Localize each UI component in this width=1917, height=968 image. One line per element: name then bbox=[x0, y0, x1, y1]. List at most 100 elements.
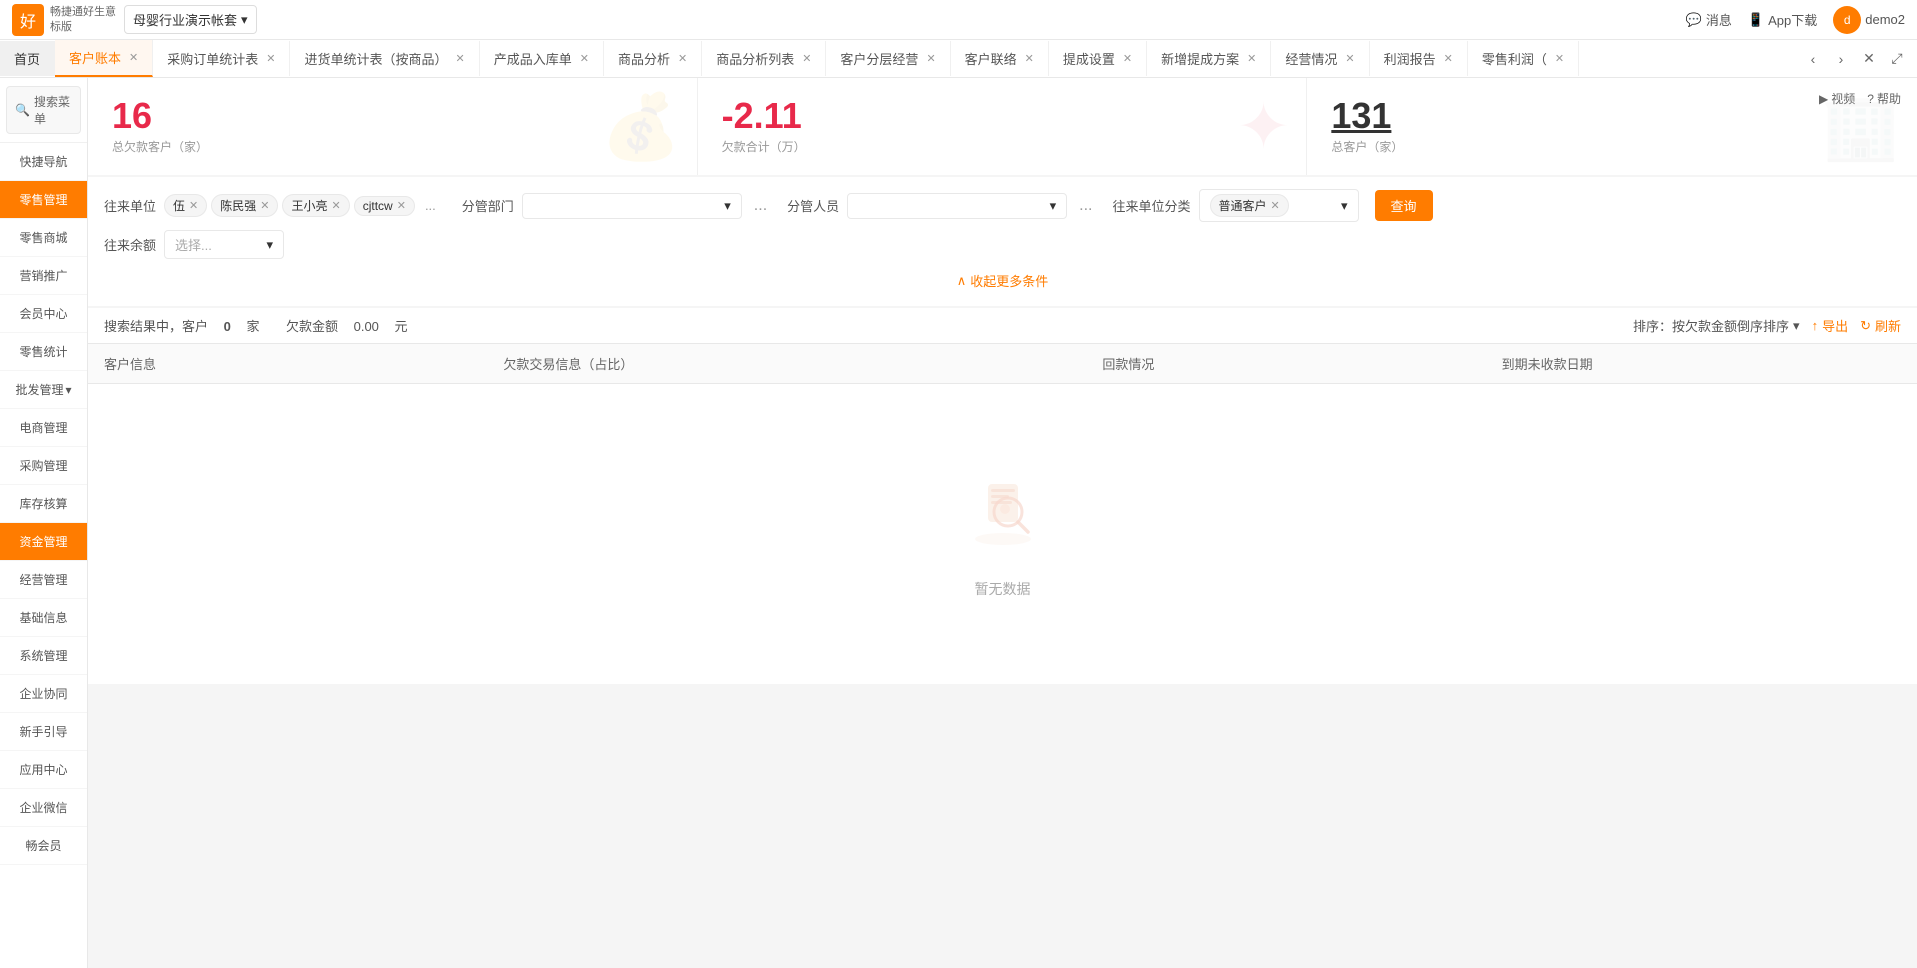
nav-tab-controls: ‹ › ✕ ⤢ bbox=[1793, 47, 1917, 71]
help-btn[interactable]: ? 帮助 bbox=[1867, 90, 1901, 107]
collapse-btn[interactable]: ∧ 收起更多条件 bbox=[949, 267, 1057, 294]
main-layout: 🔍 搜索菜单 快捷导航 零售管理 零售商城 营销推广 会员中心 零售统计 批发管… bbox=[0, 78, 1917, 968]
sidebar-item-new-guide[interactable]: 新手引导 bbox=[0, 713, 87, 751]
stat-label-customers: 总欠款客户（家） bbox=[112, 138, 673, 155]
remove-unit-tag-3[interactable]: ✕ bbox=[332, 199, 341, 212]
dept-filter-label: 分管部门 bbox=[462, 196, 514, 215]
chevron-down-icon: ▾ bbox=[65, 383, 71, 397]
person-filter-select[interactable]: ▾ bbox=[847, 193, 1067, 219]
refresh-icon: ↻ bbox=[1860, 318, 1871, 334]
unit-filter-more[interactable]: ... bbox=[419, 196, 442, 215]
tab-product-analysis[interactable]: 商品分析 ✕ bbox=[604, 41, 702, 76]
avatar: d bbox=[1833, 6, 1861, 34]
search-menu-btn[interactable]: 🔍 搜索菜单 bbox=[6, 86, 81, 134]
sidebar-item-ecommerce[interactable]: 电商管理 bbox=[0, 409, 87, 447]
close-tab-mention-settings[interactable]: ✕ bbox=[1123, 52, 1132, 65]
message-btn[interactable]: 💬 消息 bbox=[1686, 10, 1732, 29]
download-icon: 📱 bbox=[1748, 12, 1764, 28]
remove-unit-tag-2[interactable]: ✕ bbox=[260, 199, 269, 212]
close-tab-customer-balance[interactable]: ✕ bbox=[129, 51, 138, 64]
tab-new-mention[interactable]: 新增提成方案 ✕ bbox=[1147, 41, 1271, 76]
stat-content-1: 16 总欠款客户（家） bbox=[112, 98, 673, 155]
tab-purchase-stats[interactable]: 进货单统计表（按商品） ✕ bbox=[290, 41, 479, 76]
content-area: 💰 16 总欠款客户（家） ✦ -2.11 欠款合计（万） 🏢 131 bbox=[88, 78, 1917, 968]
export-btn[interactable]: ↑ 导出 bbox=[1812, 316, 1849, 335]
video-btn[interactable]: ▶ 视频 bbox=[1819, 90, 1855, 107]
top-bar-right: 💬 消息 📱 App下载 d demo2 bbox=[1686, 6, 1905, 34]
balance-filter-select[interactable]: 选择... ▾ bbox=[164, 230, 284, 259]
sidebar-item-finance-mgmt[interactable]: 资金管理 bbox=[0, 523, 87, 561]
chevron-down-icon: ▾ bbox=[724, 198, 731, 214]
logo-text: 畅捷通好生意 标版 bbox=[50, 5, 116, 34]
sidebar-item-quick-nav[interactable]: 快捷导航 bbox=[0, 143, 87, 181]
remove-category-tag-1[interactable]: ✕ bbox=[1271, 199, 1280, 212]
video-icon: ▶ bbox=[1819, 92, 1828, 106]
close-tab-cost-entry[interactable]: ✕ bbox=[580, 52, 589, 65]
tab-customer-contact[interactable]: 客户联络 ✕ bbox=[951, 41, 1049, 76]
chevron-down-icon-5: ▾ bbox=[1793, 318, 1800, 334]
filter-tag-unit-2: 陈民强 ✕ bbox=[211, 194, 278, 217]
tab-cost-entry[interactable]: 产成品入库单 ✕ bbox=[480, 41, 604, 76]
tab-profit-report[interactable]: 利润报告 ✕ bbox=[1370, 41, 1468, 76]
unit-filter-tags: 伍 ✕ 陈民强 ✕ 王小亮 ✕ cjttcw ✕ ... bbox=[164, 194, 442, 217]
sidebar-item-enterprise-wechat[interactable]: 企业微信 bbox=[0, 789, 87, 827]
sidebar-item-purchase-mgmt[interactable]: 采购管理 bbox=[0, 447, 87, 485]
close-tab-retail-profit[interactable]: ✕ bbox=[1555, 52, 1564, 65]
sidebar-item-member-plus[interactable]: 畅会员 bbox=[0, 827, 87, 865]
tab-mention-settings[interactable]: 提成设置 ✕ bbox=[1049, 41, 1147, 76]
tab-purchase-order[interactable]: 采购订单统计表 ✕ bbox=[153, 41, 290, 76]
close-tab-customer-segment[interactable]: ✕ bbox=[926, 52, 935, 65]
nav-expand-btn[interactable]: ⤢ bbox=[1885, 47, 1909, 71]
remove-unit-tag-4[interactable]: ✕ bbox=[397, 199, 406, 212]
category-filter-select[interactable]: 普通客户 ✕ ▾ bbox=[1199, 189, 1359, 222]
tab-home[interactable]: 首页 bbox=[0, 41, 55, 76]
tab-customer-balance[interactable]: 客户账本 ✕ bbox=[55, 40, 153, 77]
nav-close-all-btn[interactable]: ✕ bbox=[1857, 47, 1881, 71]
top-bar: 好 畅捷通好生意 标版 母婴行业演示帐套 ▾ 💬 消息 📱 App下载 d de… bbox=[0, 0, 1917, 40]
tab-product-analysis-list[interactable]: 商品分析列表 ✕ bbox=[702, 41, 826, 76]
user-area[interactable]: d demo2 bbox=[1833, 6, 1905, 34]
close-tab-purchase-stats[interactable]: ✕ bbox=[456, 52, 465, 65]
person-filter-dots[interactable]: ... bbox=[1079, 197, 1092, 215]
filter-row-1: 往来单位 伍 ✕ 陈民强 ✕ 王小亮 ✕ cjttcw bbox=[104, 189, 1901, 222]
sidebar-item-inventory[interactable]: 库存核算 bbox=[0, 485, 87, 523]
close-tab-new-mention[interactable]: ✕ bbox=[1247, 52, 1256, 65]
sidebar-search-area: 🔍 搜索菜单 bbox=[0, 78, 87, 143]
filter-tag-unit-1: 伍 ✕ bbox=[164, 194, 207, 217]
nav-prev-btn[interactable]: ‹ bbox=[1801, 47, 1825, 71]
top-bar-left: 好 畅捷通好生意 标版 母婴行业演示帐套 ▾ bbox=[12, 4, 257, 36]
nav-next-btn[interactable]: › bbox=[1829, 47, 1853, 71]
refresh-btn[interactable]: ↻ 刷新 bbox=[1860, 316, 1901, 335]
sidebar-item-retail-stats[interactable]: 零售统计 bbox=[0, 333, 87, 371]
sidebar-item-retail-shop[interactable]: 零售商城 bbox=[0, 219, 87, 257]
dept-filter-select[interactable]: ▾ bbox=[522, 193, 742, 219]
sidebar-item-system-mgmt[interactable]: 系统管理 bbox=[0, 637, 87, 675]
stats-row: 💰 16 总欠款客户（家） ✦ -2.11 欠款合计（万） 🏢 131 bbox=[88, 78, 1917, 175]
sidebar-item-enterprise-coop[interactable]: 企业协同 bbox=[0, 675, 87, 713]
sort-select[interactable]: 排序：按欠款金额倒序排序 ▾ bbox=[1633, 316, 1800, 335]
app-download-btn[interactable]: 📱 App下载 bbox=[1748, 10, 1817, 29]
tab-business-status[interactable]: 经营情况 ✕ bbox=[1271, 41, 1369, 76]
close-tab-profit-report[interactable]: ✕ bbox=[1444, 52, 1453, 65]
close-tab-product-analysis[interactable]: ✕ bbox=[678, 52, 687, 65]
close-tab-product-analysis-list[interactable]: ✕ bbox=[802, 52, 811, 65]
sidebar-item-business-mgmt[interactable]: 经营管理 bbox=[0, 561, 87, 599]
remove-unit-tag-1[interactable]: ✕ bbox=[189, 199, 198, 212]
query-btn[interactable]: 查询 bbox=[1375, 190, 1433, 221]
sidebar-item-app-center[interactable]: 应用中心 bbox=[0, 751, 87, 789]
close-tab-customer-contact[interactable]: ✕ bbox=[1025, 52, 1034, 65]
sidebar-item-retail-mgmt[interactable]: 零售管理 bbox=[0, 181, 87, 219]
workspace-selector[interactable]: 母婴行业演示帐套 ▾ bbox=[124, 5, 257, 34]
sidebar-item-basic-info[interactable]: 基础信息 bbox=[0, 599, 87, 637]
tab-customer-segment[interactable]: 客户分层经营 ✕ bbox=[826, 41, 950, 76]
close-tab-purchase-order[interactable]: ✕ bbox=[266, 52, 275, 65]
tab-retail-profit[interactable]: 零售利润（ ✕ bbox=[1468, 41, 1579, 76]
stat-value-clients: 131 bbox=[1331, 98, 1893, 134]
sidebar-item-batch-mgmt[interactable]: 批发管理 ▾ bbox=[0, 371, 87, 409]
sidebar-item-member-center[interactable]: 会员中心 bbox=[0, 295, 87, 333]
filter-tag-category-1: 普通客户 ✕ bbox=[1210, 194, 1289, 217]
sidebar-item-marketing[interactable]: 营销推广 bbox=[0, 257, 87, 295]
dept-filter-dots[interactable]: ... bbox=[754, 197, 767, 215]
close-tab-business-status[interactable]: ✕ bbox=[1345, 52, 1354, 65]
filter-tag-unit-4: cjttcw ✕ bbox=[354, 196, 415, 216]
